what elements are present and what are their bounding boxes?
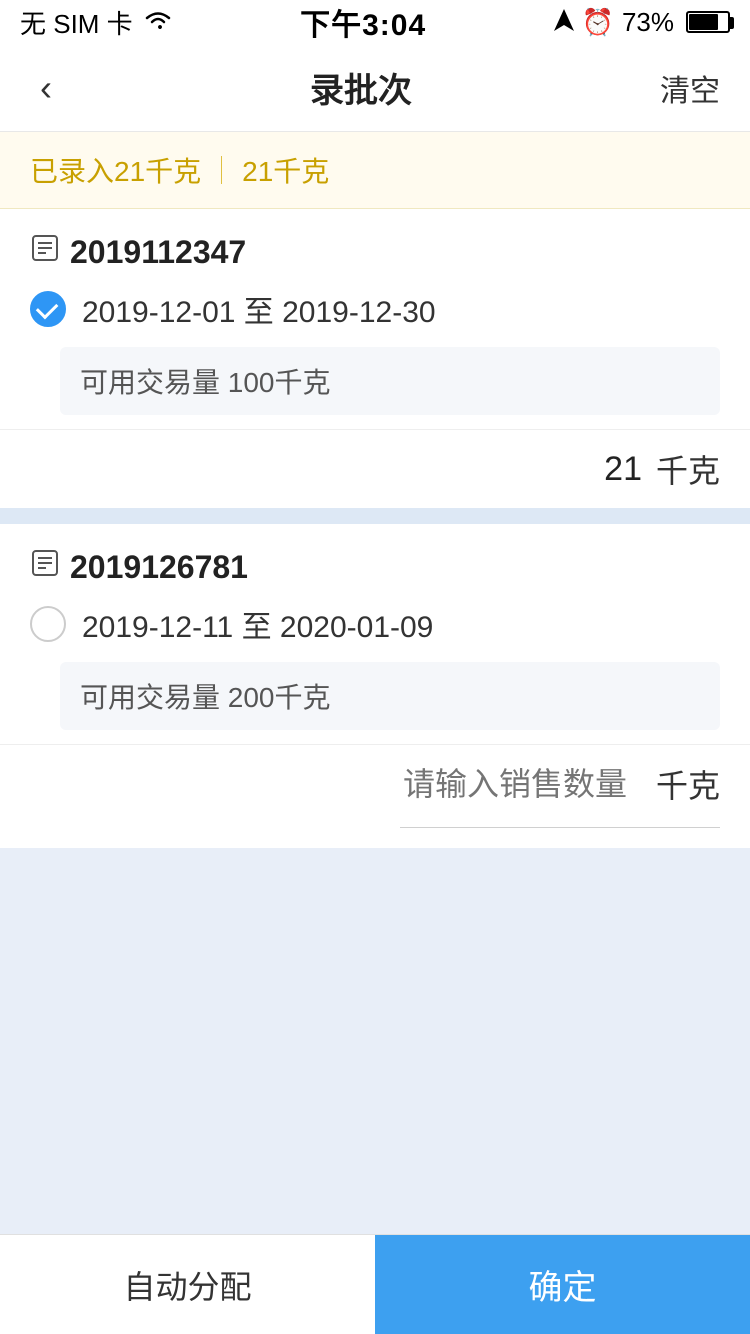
confirm-button[interactable]: 确定 — [375, 1235, 750, 1334]
qty-value-1: 21 — [604, 450, 642, 489]
bottom-bar: 自动分配 确定 — [0, 1234, 750, 1334]
qty-row-1: 21 千克 — [0, 429, 750, 508]
alarm-icon: ⏰ — [582, 7, 614, 38]
recorded-label: 已录入21千克 — [30, 150, 201, 190]
radio-btn-1[interactable] — [30, 291, 66, 327]
batch-date-2: 2019-12-11 至 2020-01-09 — [82, 602, 433, 646]
nav-bar: ‹ 录批次 清空 — [0, 44, 750, 132]
batch-item-2: 2019126781 2019-12-11 至 2020-01-09 可用交易量… — [0, 524, 750, 848]
batch-id-1: 2019112347 — [70, 234, 246, 271]
battery-icon — [686, 11, 730, 33]
back-button[interactable]: ‹ — [30, 57, 62, 119]
avail-qty-1: 可用交易量 100千克 — [60, 347, 720, 415]
status-bar: 无 SIM 卡 下午3:04 ⏰ 73% — [0, 0, 750, 44]
info-banner: 已录入21千克 21千克 — [0, 132, 750, 209]
auto-distribute-button[interactable]: 自动分配 — [0, 1235, 375, 1334]
batch-item-1: 2019112347 2019-12-01 至 2019-12-30 可用交易量… — [0, 209, 750, 508]
page-title: 录批次 — [310, 63, 412, 112]
banner-divider — [221, 156, 222, 184]
batch-header-1: 2019112347 — [0, 209, 750, 281]
carrier-text: 无 SIM 卡 — [20, 4, 133, 41]
batch-header-2: 2019126781 — [0, 524, 750, 596]
location-icon — [554, 7, 574, 38]
qty-input-row-2[interactable]: 千克 — [0, 744, 750, 848]
qty-unit-1: 千克 — [656, 446, 720, 492]
batch-id-2: 2019126781 — [70, 549, 248, 586]
clear-button[interactable]: 清空 — [660, 66, 720, 110]
status-time: 下午3:04 — [300, 0, 426, 44]
qty-underline-2 — [400, 827, 720, 828]
avail-qty-2: 可用交易量 200千克 — [60, 662, 720, 730]
batch-row-2[interactable]: 2019-12-11 至 2020-01-09 — [0, 596, 750, 656]
batch-date-1: 2019-12-01 至 2019-12-30 — [82, 287, 436, 331]
qty-input-2[interactable] — [30, 766, 642, 803]
batch-row-1[interactable]: 2019-12-01 至 2019-12-30 — [0, 281, 750, 341]
status-right: ⏰ 73% — [554, 7, 730, 38]
qty-input-wrapper-2[interactable] — [30, 766, 642, 803]
batch-icon-1 — [30, 233, 60, 271]
qty-unit-2: 千克 — [656, 761, 720, 807]
status-left: 无 SIM 卡 — [20, 4, 173, 41]
batch-icon-2 — [30, 548, 60, 586]
battery-percent: 73% — [622, 7, 674, 38]
radio-btn-2[interactable] — [30, 606, 66, 642]
wifi-icon — [143, 7, 173, 38]
amount-label: 21千克 — [242, 150, 329, 190]
section-divider — [0, 508, 750, 524]
